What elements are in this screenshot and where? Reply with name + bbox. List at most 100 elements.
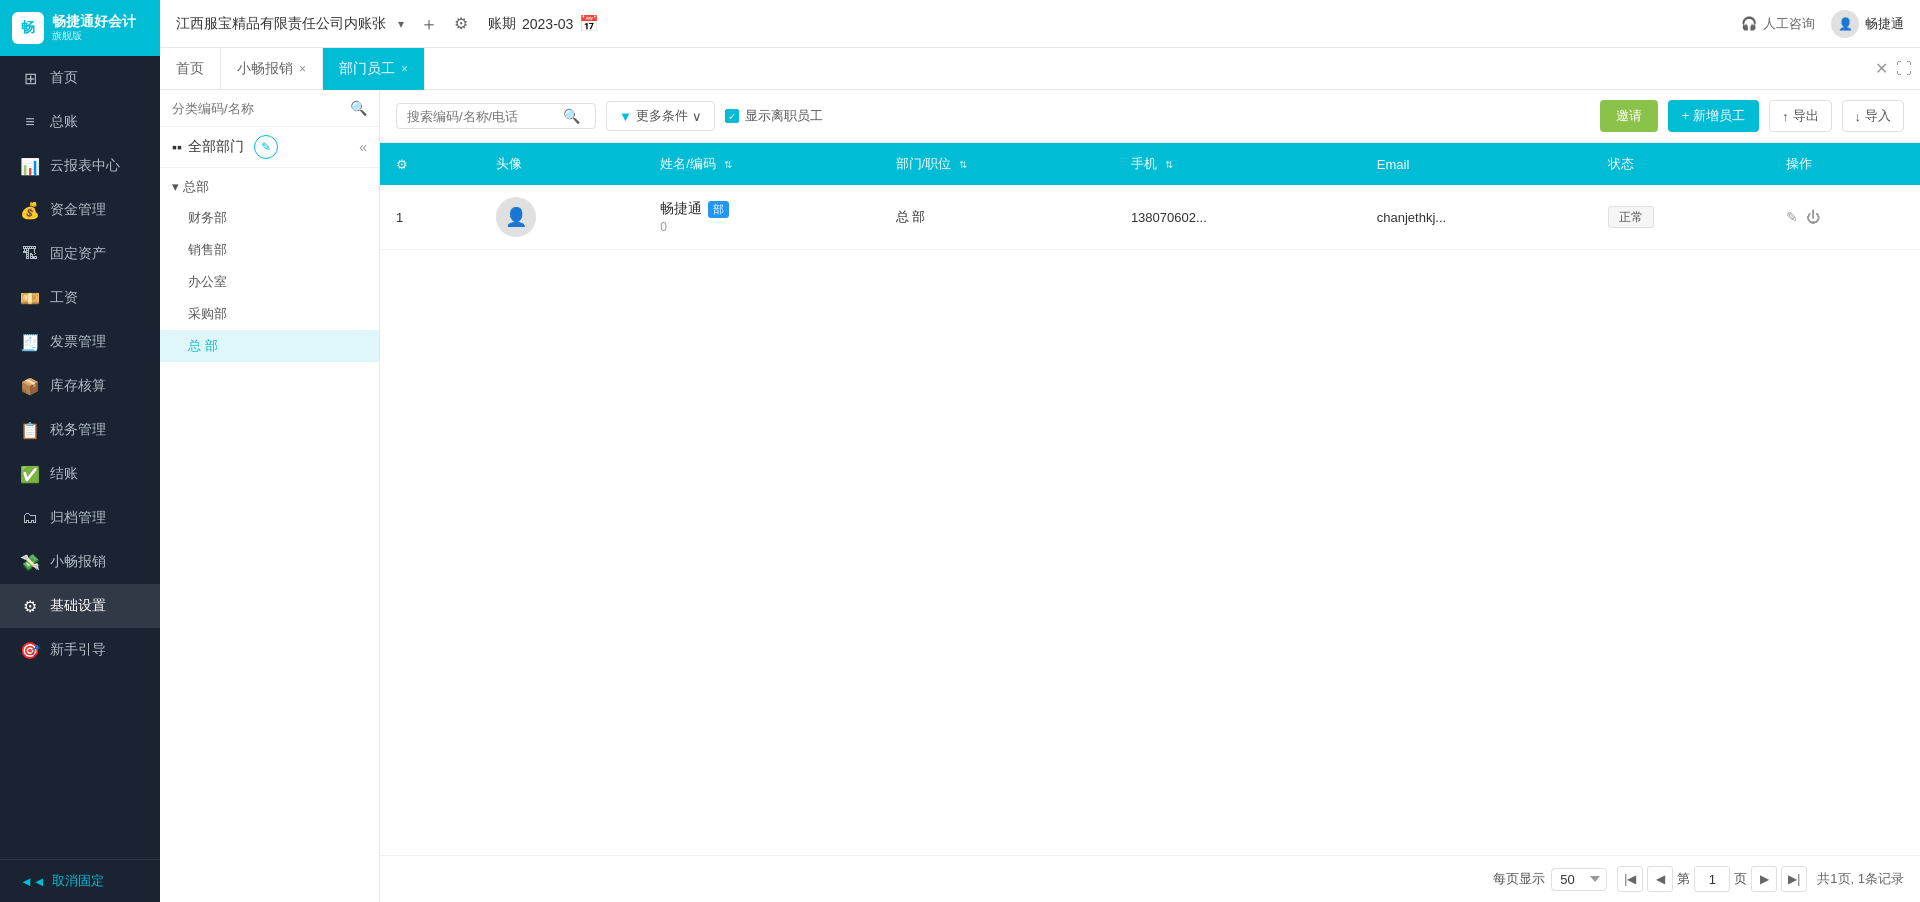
sidebar-item-label: 库存核算 bbox=[50, 377, 106, 395]
export-icon: ↑ bbox=[1782, 109, 1789, 124]
headset-icon: 🎧 bbox=[1741, 16, 1757, 31]
tab-home[interactable]: 首页 bbox=[160, 48, 221, 90]
import-icon: ↓ bbox=[1855, 109, 1862, 124]
last-page-button[interactable]: ▶| bbox=[1781, 866, 1807, 892]
employee-toolbar: 🔍 ▼ 更多条件 ∨ ✓ 显示离职员工 邀请 + 新增员工 bbox=[380, 90, 1920, 143]
employee-search-box: 🔍 bbox=[396, 103, 596, 129]
next-page-button[interactable]: ▶ bbox=[1751, 866, 1777, 892]
filter-button[interactable]: ▼ 更多条件 ∨ bbox=[606, 101, 715, 131]
col-name[interactable]: 姓名/编码 ⇅ bbox=[644, 143, 879, 185]
col-phone[interactable]: 手机 ⇅ bbox=[1115, 143, 1361, 185]
employee-table-container: ⚙ 头像 姓名/编码 ⇅ 部门/职位 ⇅ bbox=[380, 143, 1920, 855]
dept-item-sales[interactable]: 销售部 bbox=[160, 234, 379, 266]
export-button[interactable]: ↑ 导出 bbox=[1769, 100, 1832, 132]
invite-label: 邀请 bbox=[1616, 108, 1642, 123]
sidebar: 畅 畅捷通好会计 旗舰版 ⊞ 首页 ≡ 总账 📊 云报表中心 💰 资金管理 🏗 … bbox=[0, 0, 160, 902]
sidebar-item-label: 税务管理 bbox=[50, 421, 106, 439]
company-name: 江西服宝精品有限责任公司内账张 bbox=[176, 15, 386, 33]
employee-search-icon[interactable]: 🔍 bbox=[563, 108, 580, 124]
tab-expense-label: 小畅报销 bbox=[237, 60, 293, 78]
status-badge: 正常 bbox=[1608, 206, 1654, 228]
import-button[interactable]: ↓ 导入 bbox=[1842, 100, 1905, 132]
sidebar-item-invoice[interactable]: 🧾 发票管理 bbox=[0, 320, 160, 364]
table-row: 1 👤 畅捷通 部 0 bbox=[380, 185, 1920, 250]
sidebar-item-expense[interactable]: 💸 小畅报销 bbox=[0, 540, 160, 584]
funds-icon: 💰 bbox=[20, 200, 40, 220]
prev-page-button[interactable]: ◀ bbox=[1647, 866, 1673, 892]
sidebar-item-settings[interactable]: ⚙ 基础设置 bbox=[0, 584, 160, 628]
page-suffix: 页 bbox=[1734, 870, 1747, 888]
col-email: Email bbox=[1361, 143, 1592, 185]
settings-gear-icon[interactable]: ⚙ bbox=[454, 14, 468, 33]
sidebar-item-funds[interactable]: 💰 资金管理 bbox=[0, 188, 160, 232]
tax-icon: 📋 bbox=[20, 420, 40, 440]
guide-icon: 🎯 bbox=[20, 640, 40, 660]
assets-icon: 🏗 bbox=[20, 244, 40, 264]
sidebar-item-home[interactable]: ⊞ 首页 bbox=[0, 56, 160, 100]
export-label: 导出 bbox=[1793, 107, 1819, 125]
customer-service-button[interactable]: 🎧 人工咨询 bbox=[1741, 15, 1815, 33]
sidebar-item-tax[interactable]: 📋 税务管理 bbox=[0, 408, 160, 452]
dept-tree: ▾ 总部 财务部 销售部 办公室 采购部 总 部 bbox=[160, 168, 379, 366]
dept-item-finance[interactable]: 财务部 bbox=[160, 202, 379, 234]
dept-item-general[interactable]: 总 部 bbox=[160, 330, 379, 362]
row-actions-cell: ✎ ⏻ bbox=[1770, 185, 1920, 250]
employee-search-input[interactable] bbox=[407, 109, 557, 124]
sidebar-item-label: 总账 bbox=[50, 113, 78, 131]
dept-item-procurement[interactable]: 采购部 bbox=[160, 298, 379, 330]
settings-icon: ⚙ bbox=[20, 596, 40, 616]
sidebar-item-guide[interactable]: 🎯 新手引导 bbox=[0, 628, 160, 672]
home-icon: ⊞ bbox=[20, 68, 40, 88]
sidebar-item-reports[interactable]: 📊 云报表中心 bbox=[0, 144, 160, 188]
total-records: 共1页, 1条记录 bbox=[1817, 870, 1904, 888]
tab-department-close[interactable]: × bbox=[401, 62, 408, 76]
dept-item-office[interactable]: 办公室 bbox=[160, 266, 379, 298]
col-avatar: 头像 bbox=[480, 143, 644, 185]
company-dropdown[interactable]: ▾ bbox=[398, 17, 404, 31]
tab-department[interactable]: 部门员工 × bbox=[323, 48, 425, 90]
close-tab-icon[interactable]: ✕ bbox=[1875, 59, 1888, 78]
logo-sub: 旗舰版 bbox=[52, 29, 136, 43]
tab-expense-close[interactable]: × bbox=[299, 62, 306, 76]
filter-label: 更多条件 bbox=[636, 107, 688, 125]
dept-search-input[interactable] bbox=[172, 101, 344, 116]
page-size-dropdown[interactable]: 10 20 50 100 bbox=[1551, 868, 1607, 891]
dept-edit-button[interactable]: ✎ bbox=[254, 135, 278, 159]
sidebar-item-payroll[interactable]: 💴 工资 bbox=[0, 276, 160, 320]
page-input[interactable] bbox=[1694, 866, 1730, 892]
unpin-label: 取消固定 bbox=[52, 872, 104, 890]
pagination: |◀ ◀ 第 页 ▶ ▶| bbox=[1617, 866, 1807, 892]
sidebar-item-inventory[interactable]: 📦 库存核算 bbox=[0, 364, 160, 408]
dept-collapse-icon[interactable]: « bbox=[359, 139, 367, 155]
logo-text-block: 畅捷通好会计 旗舰版 bbox=[52, 13, 136, 44]
add-employee-button[interactable]: + 新增员工 bbox=[1668, 100, 1759, 132]
col-dept[interactable]: 部门/职位 ⇅ bbox=[880, 143, 1115, 185]
page-size-label: 每页显示 bbox=[1493, 870, 1545, 888]
user-menu[interactable]: 👤 畅捷通 bbox=[1831, 10, 1904, 38]
col-settings[interactable]: ⚙ bbox=[380, 143, 480, 185]
sidebar-item-ledger[interactable]: ≡ 总账 bbox=[0, 100, 160, 144]
show-resigned-checkbox-label[interactable]: ✓ 显示离职员工 bbox=[725, 107, 823, 125]
first-page-button[interactable]: |◀ bbox=[1617, 866, 1643, 892]
edit-button[interactable]: ✎ bbox=[1786, 209, 1798, 225]
tab-expense[interactable]: 小畅报销 × bbox=[221, 48, 323, 90]
period-label: 账期 bbox=[488, 15, 516, 33]
sidebar-item-assets[interactable]: 🏗 固定资产 bbox=[0, 232, 160, 276]
dept-search-icon[interactable]: 🔍 bbox=[350, 100, 367, 116]
invite-button[interactable]: 邀请 bbox=[1600, 100, 1658, 132]
add-company-button[interactable]: ＋ bbox=[420, 12, 438, 36]
tabs-actions: ✕ ⛶ bbox=[1875, 59, 1920, 78]
calendar-icon[interactable]: 📅 bbox=[579, 14, 599, 33]
dept-badge: 部 bbox=[708, 201, 729, 218]
show-resigned-checkbox[interactable]: ✓ bbox=[725, 109, 739, 123]
logout-button[interactable]: ⏻ bbox=[1806, 209, 1820, 225]
sidebar-item-archive[interactable]: 🗂 归档管理 bbox=[0, 496, 160, 540]
dept-tree-panel: 🔍 ▪▪ 全部部门 ✎ « ▾ 总部 财务部 销售部 办公室 bbox=[160, 90, 380, 902]
sidebar-item-closing[interactable]: ✅ 结账 bbox=[0, 452, 160, 496]
topbar: 江西服宝精品有限责任公司内账张 ▾ ＋ ⚙ 账期 2023-03 📅 🎧 人工咨… bbox=[160, 0, 1920, 48]
logo-title: 畅捷通好会计 bbox=[52, 13, 136, 30]
sidebar-logo: 畅 畅捷通好会计 旗舰版 bbox=[0, 0, 160, 56]
expand-tab-icon[interactable]: ⛶ bbox=[1896, 60, 1912, 78]
dept-group-root[interactable]: ▾ 总部 bbox=[160, 172, 379, 202]
unpin-button[interactable]: ◄◄ 取消固定 bbox=[0, 859, 160, 902]
